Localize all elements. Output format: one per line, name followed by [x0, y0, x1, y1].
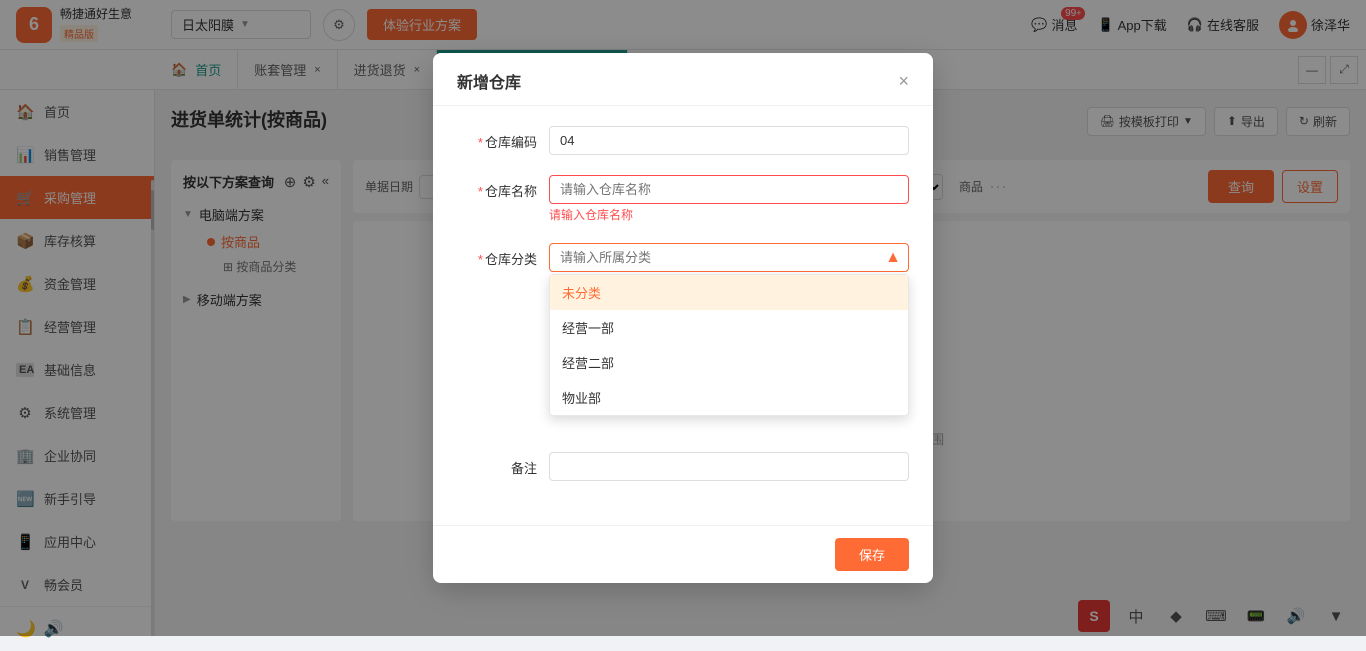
category-input-wrapper: ▲ — [549, 243, 909, 272]
warehouse-name-label: *仓库名称 — [457, 175, 537, 200]
category-toggle-icon[interactable]: ▲ — [885, 249, 901, 267]
warehouse-name-control: 请输入仓库名称 — [549, 175, 909, 223]
warehouse-note-control — [549, 452, 909, 481]
warehouse-note-row: 备注 — [457, 452, 909, 481]
warehouse-category-input[interactable] — [549, 243, 909, 272]
warehouse-note-input[interactable] — [549, 452, 909, 481]
category-dropdown: 未分类 经营一部 经营二部 物业部 — [549, 274, 909, 416]
dropdown-item-dept2[interactable]: 经营二部 — [550, 345, 908, 380]
modal-body: *仓库编码 *仓库名称 请输入仓库名称 *仓库分类 — [433, 106, 933, 525]
warehouse-name-error: 请输入仓库名称 — [549, 206, 909, 223]
warehouse-name-input[interactable] — [549, 175, 909, 204]
save-button[interactable]: 保存 — [835, 538, 909, 571]
dropdown-item-dept1[interactable]: 经营一部 — [550, 310, 908, 345]
modal-close-button[interactable]: × — [898, 71, 909, 92]
warehouse-code-control — [549, 126, 909, 155]
warehouse-name-row: *仓库名称 请输入仓库名称 — [457, 175, 909, 223]
new-warehouse-modal: 新增仓库 × *仓库编码 *仓库名称 请输入仓库名称 — [433, 53, 933, 583]
dropdown-item-property[interactable]: 物业部 — [550, 380, 908, 415]
warehouse-code-row: *仓库编码 — [457, 126, 909, 155]
dropdown-item-uncategorized[interactable]: 未分类 — [550, 275, 908, 310]
warehouse-code-label: *仓库编码 — [457, 126, 537, 151]
warehouse-category-row: *仓库分类 ▲ 未分类 经营一部 经营二部 物业部 — [457, 243, 909, 272]
warehouse-note-label: 备注 — [457, 452, 537, 477]
modal-title: 新增仓库 — [457, 69, 521, 93]
modal-header: 新增仓库 × — [433, 53, 933, 106]
warehouse-category-control: ▲ 未分类 经营一部 经营二部 物业部 — [549, 243, 909, 272]
modal-overlay: 新增仓库 × *仓库编码 *仓库名称 请输入仓库名称 — [0, 0, 1366, 636]
warehouse-code-input[interactable] — [549, 126, 909, 155]
warehouse-category-label: *仓库分类 — [457, 243, 537, 268]
modal-footer: 保存 — [433, 525, 933, 583]
